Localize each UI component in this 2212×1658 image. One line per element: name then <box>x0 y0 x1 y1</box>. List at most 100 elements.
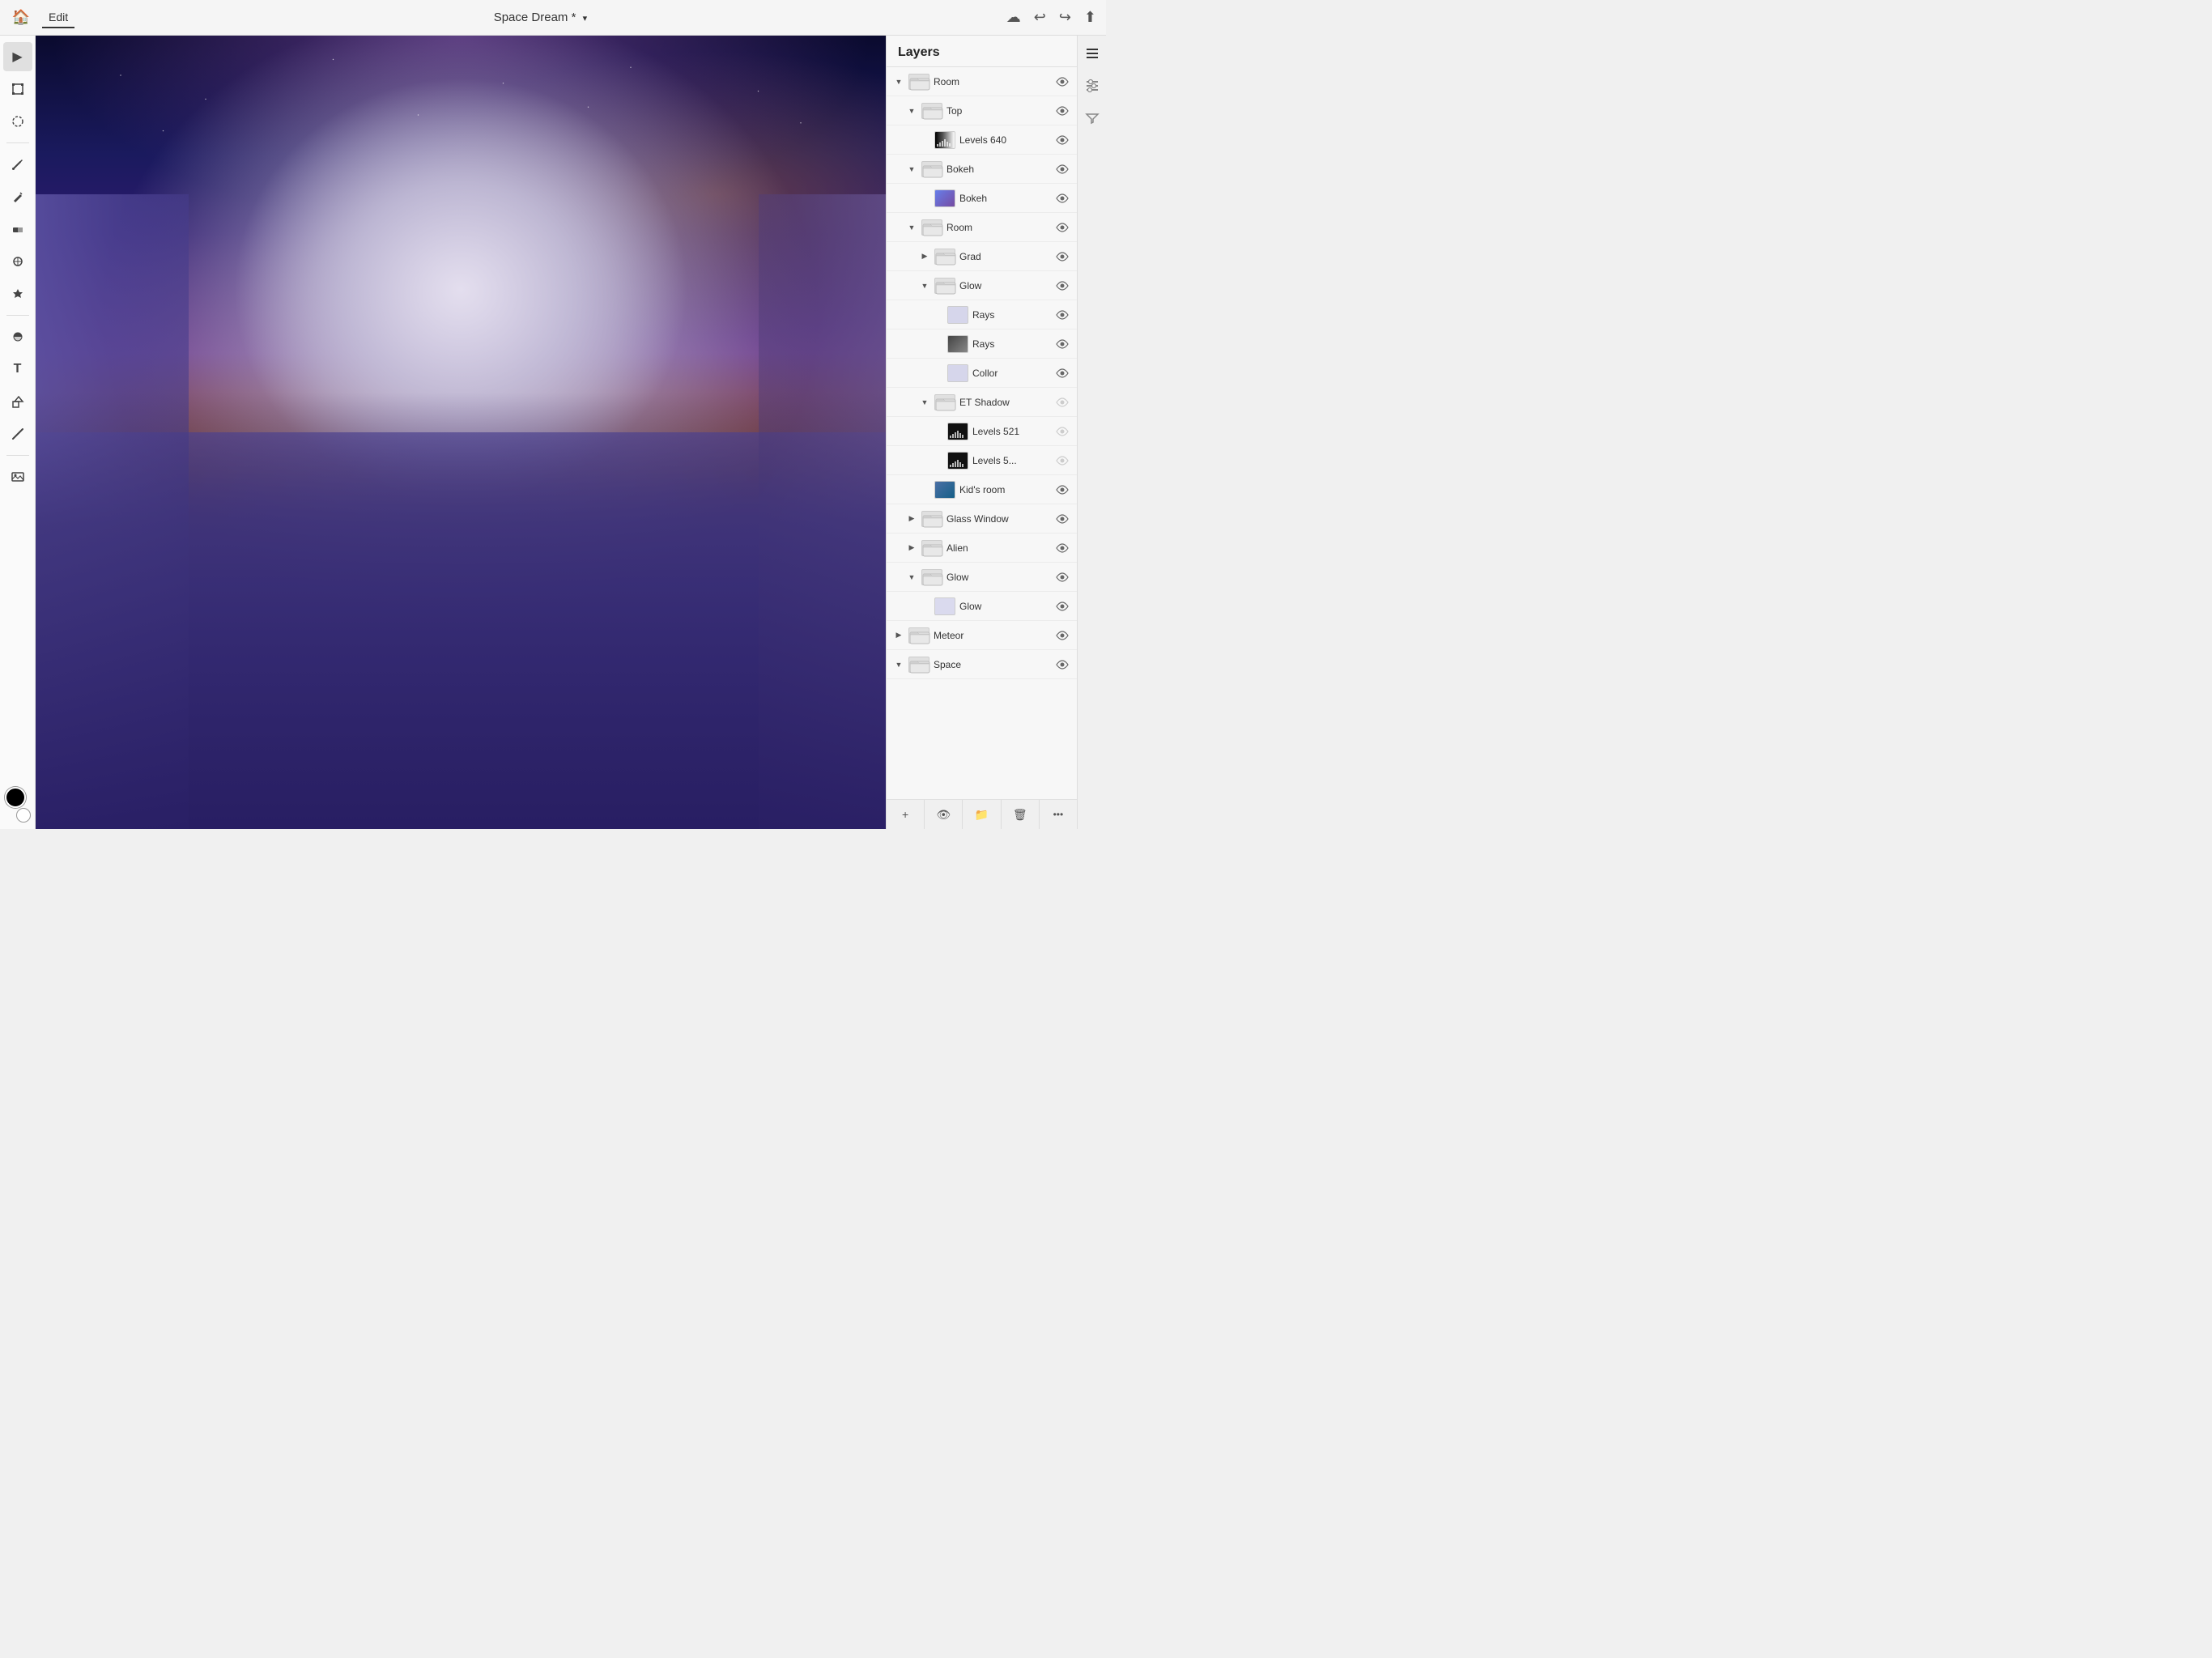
layer-name: Room <box>934 76 1054 87</box>
foreground-color[interactable] <box>5 787 26 808</box>
brush-tool[interactable] <box>3 150 32 179</box>
layer-visibility-button[interactable] <box>1054 394 1070 410</box>
layer-toggle[interactable]: ▶ <box>906 542 917 554</box>
layer-toggle <box>919 134 930 146</box>
transform-tool[interactable] <box>3 74 32 104</box>
layer-toggle <box>919 484 930 495</box>
layer-visibility-button[interactable] <box>1054 482 1070 498</box>
layer-item[interactable]: Bokeh <box>887 184 1077 213</box>
image-tool[interactable] <box>3 462 32 491</box>
layer-name: Bokeh <box>946 164 1054 175</box>
redo-button[interactable]: ↪ <box>1059 9 1071 26</box>
delete-layer-button[interactable]: 🗑 <box>1002 800 1040 829</box>
layer-toggle[interactable]: ▼ <box>906 105 917 117</box>
layer-toggle[interactable]: ▼ <box>906 222 917 233</box>
layer-visibility-button[interactable] <box>1054 598 1070 614</box>
layer-item[interactable]: Levels 5... <box>887 446 1077 475</box>
canvas-area[interactable] <box>36 36 886 829</box>
layer-item[interactable]: ▼ET Shadow <box>887 388 1077 417</box>
layer-toggle[interactable]: ▼ <box>906 164 917 175</box>
layer-toggle[interactable]: ▼ <box>906 572 917 583</box>
undo-button[interactable]: ↩ <box>1034 9 1046 26</box>
layer-visibility-button[interactable] <box>1054 511 1070 527</box>
layer-folder-icon <box>921 569 942 585</box>
layer-toggle[interactable]: ▶ <box>906 513 917 525</box>
layer-item[interactable]: Collor <box>887 359 1077 388</box>
layer-item[interactable]: Levels 521 <box>887 417 1077 446</box>
layer-item[interactable]: ▶ Grad <box>887 242 1077 271</box>
share-button[interactable]: ⬆ <box>1084 9 1096 26</box>
home-button[interactable]: 🏠 <box>10 6 32 29</box>
layer-visibility-button[interactable] <box>1054 278 1070 294</box>
layer-visibility-button[interactable] <box>1054 423 1070 440</box>
layer-visibility-button[interactable] <box>1054 453 1070 469</box>
layer-visibility-button[interactable] <box>1054 161 1070 177</box>
layer-item[interactable]: ▶Glass Window <box>887 504 1077 534</box>
layer-visibility-button[interactable] <box>1054 74 1070 90</box>
layer-item[interactable]: ▶ Alien <box>887 534 1077 563</box>
adjustments-icon[interactable] <box>1081 74 1104 97</box>
layers-icon[interactable] <box>1081 42 1104 65</box>
layer-item[interactable]: Levels 640 <box>887 125 1077 155</box>
eye-layer-button[interactable]: 👁 <box>925 800 963 829</box>
layer-item[interactable]: Rays <box>887 300 1077 329</box>
layer-item[interactable]: ▶Meteor <box>887 621 1077 650</box>
healing-tool[interactable] <box>3 279 32 308</box>
layer-item[interactable]: ▼Glow <box>887 271 1077 300</box>
dodge-tool[interactable] <box>3 322 32 351</box>
layer-visibility-button[interactable] <box>1054 657 1070 673</box>
layer-toggle[interactable]: ▼ <box>893 659 904 670</box>
layer-visibility-button[interactable] <box>1054 569 1070 585</box>
layer-toggle[interactable]: ▼ <box>919 397 930 408</box>
layer-visibility-button[interactable] <box>1054 365 1070 381</box>
folder-button[interactable]: 📁 <box>963 800 1001 829</box>
layer-folder-icon <box>921 511 942 527</box>
layer-item[interactable]: ▼ Room <box>887 67 1077 96</box>
left-toolbar: ▶ <box>0 36 36 829</box>
layer-toggle <box>919 601 930 612</box>
layer-item[interactable]: Kid's room <box>887 475 1077 504</box>
layer-toggle[interactable]: ▶ <box>919 251 930 262</box>
layer-visibility-button[interactable] <box>1054 219 1070 236</box>
eraser-tool[interactable] <box>3 215 32 244</box>
layer-thumbnail <box>947 452 968 470</box>
layer-visibility-button[interactable] <box>1054 540 1070 556</box>
layer-visibility-button[interactable] <box>1054 336 1070 352</box>
edit-tab[interactable]: Edit <box>42 7 74 28</box>
background-color[interactable] <box>16 808 31 823</box>
layer-visibility-button[interactable] <box>1054 132 1070 148</box>
type-tool[interactable]: T <box>3 355 32 384</box>
layer-folder-icon <box>934 394 955 410</box>
pen-tool[interactable] <box>3 182 32 211</box>
layer-item[interactable]: ▼Glow <box>887 563 1077 592</box>
layer-toggle[interactable]: ▶ <box>893 630 904 641</box>
cloud-button[interactable]: ☁ <box>1006 9 1021 26</box>
layer-name: Alien <box>946 542 1054 554</box>
more-button[interactable]: ••• <box>1040 800 1077 829</box>
line-tool[interactable] <box>3 419 32 449</box>
layer-toggle[interactable]: ▼ <box>893 76 904 87</box>
lasso-tool[interactable] <box>3 107 32 136</box>
layer-folder-icon <box>921 540 942 556</box>
layer-thumbnail <box>934 189 955 207</box>
filters-icon[interactable] <box>1081 107 1104 130</box>
layer-item[interactable]: Rays <box>887 329 1077 359</box>
clone-tool[interactable] <box>3 247 32 276</box>
layer-visibility-button[interactable] <box>1054 307 1070 323</box>
layer-item[interactable]: ▼Room <box>887 213 1077 242</box>
select-tool[interactable]: ▶ <box>3 42 32 71</box>
layer-item[interactable]: ▼Space <box>887 650 1077 679</box>
layer-visibility-button[interactable] <box>1054 627 1070 644</box>
layer-toggle[interactable]: ▼ <box>919 280 930 291</box>
layer-visibility-button[interactable] <box>1054 249 1070 265</box>
add-layer-button[interactable]: + <box>887 800 925 829</box>
layer-item[interactable]: ▼Top <box>887 96 1077 125</box>
layer-visibility-button[interactable] <box>1054 103 1070 119</box>
layer-item[interactable]: ▼ Bokeh <box>887 155 1077 184</box>
layer-thumbnail <box>934 597 955 615</box>
shapes-tool[interactable] <box>3 387 32 416</box>
layer-visibility-button[interactable] <box>1054 190 1070 206</box>
canvas-image <box>36 36 886 829</box>
layer-item[interactable]: Glow <box>887 592 1077 621</box>
layer-name: Grad <box>959 251 1054 262</box>
